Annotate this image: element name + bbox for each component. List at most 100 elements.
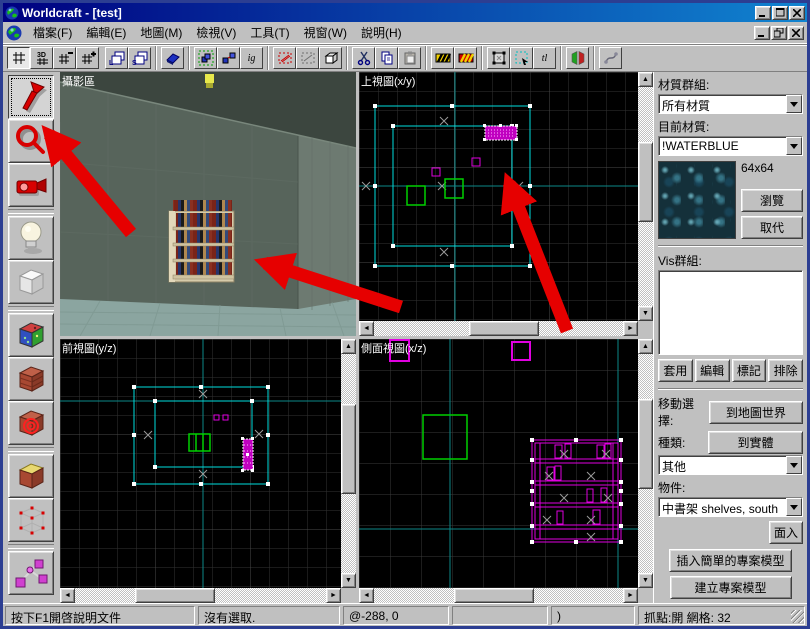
hide-unselected-button[interactable] — [296, 47, 319, 69]
insert-small-button[interactable]: 面入 — [769, 521, 803, 544]
magnify-selection-button[interactable] — [510, 47, 533, 69]
grid-3d-button[interactable]: 3D — [30, 47, 53, 69]
chevron-down-icon[interactable] — [786, 95, 802, 113]
menu-tools[interactable]: 工具(T) — [243, 22, 296, 43]
title-bar[interactable]: Worldcraft - [test] — [3, 3, 807, 22]
scroll-right-icon[interactable]: ► — [623, 588, 638, 603]
menu-map[interactable]: 地圖(M) — [133, 22, 189, 43]
vertex-tool-button[interactable] — [8, 498, 54, 542]
front-v-scrollbar[interactable]: ▲ ▼ — [341, 339, 356, 588]
top-viewport[interactable]: 上視圖(x/y) ◄ ► ▲ ▼ — [359, 72, 653, 336]
clipping-tool-button[interactable] — [8, 454, 54, 498]
hazard-selected-button[interactable] — [431, 47, 454, 69]
scroll-down-icon[interactable]: ▼ — [638, 573, 653, 588]
select-handles-button[interactable] — [487, 47, 510, 69]
side-v-scrollbar[interactable]: ▲ ▼ — [638, 339, 653, 588]
ignore-groups-button[interactable]: ig — [240, 47, 263, 69]
front-h-scrollbar[interactable]: ◄ ► — [60, 588, 341, 603]
to-entity-button[interactable]: 到實體 — [708, 431, 803, 454]
save-window-state-button[interactable]: S — [128, 47, 151, 69]
camera-tool-button[interactable] — [8, 163, 54, 207]
mdi-minimize-button[interactable] — [754, 25, 770, 40]
path-properties-button[interactable] — [599, 47, 622, 69]
hide-selected-button[interactable] — [273, 47, 296, 69]
mdi-restore-button[interactable] — [771, 25, 787, 40]
apply-texture-tool-button[interactable] — [8, 357, 54, 401]
texture-lock-button[interactable]: tl — [533, 47, 556, 69]
current-texture-dropdown[interactable]: !WATERBLUE — [658, 136, 803, 156]
scroll-left-icon[interactable]: ◄ — [359, 588, 374, 603]
side-h-thumb[interactable] — [454, 588, 534, 603]
front-viewport[interactable]: 前視圖(y/z) ◄ ► ▲ ▼ — [60, 339, 356, 603]
scroll-up-icon[interactable]: ▲ — [341, 339, 356, 354]
object-dropdown[interactable]: 中書架 shelves, south — [658, 497, 803, 517]
side-h-scrollbar[interactable]: ◄ ► — [359, 588, 638, 603]
load-window-state-button[interactable]: L — [105, 47, 128, 69]
top-h-scrollbar[interactable]: ◄ ► — [359, 321, 638, 336]
texture-group-dropdown[interactable]: 所有材質 — [658, 94, 803, 114]
scroll-down-icon[interactable]: ▼ — [638, 306, 653, 321]
scroll-left-icon[interactable]: ◄ — [359, 321, 374, 336]
scroll-up-icon[interactable]: ▲ — [638, 72, 653, 87]
top-v-thumb[interactable] — [638, 142, 653, 222]
top-v-scrollbar[interactable]: ▲ ▼ — [638, 72, 653, 321]
replace-button[interactable]: 取代 — [741, 216, 803, 239]
cut-button[interactable] — [352, 47, 375, 69]
vis-apply-button[interactable]: 套用 — [658, 359, 693, 382]
browse-button[interactable]: 瀏覽 — [741, 189, 803, 212]
paste-button[interactable] — [398, 47, 421, 69]
vis-purge-button[interactable]: 排除 — [768, 359, 803, 382]
split-faces-button[interactable] — [566, 47, 589, 69]
menu-view[interactable]: 檢視(V) — [189, 22, 243, 43]
selection-tool-button[interactable] — [8, 75, 54, 119]
cordon-button[interactable] — [319, 47, 342, 69]
front-v-thumb[interactable] — [341, 404, 356, 494]
minimize-button[interactable] — [755, 5, 771, 20]
chevron-down-icon[interactable] — [786, 137, 802, 155]
carve-button[interactable] — [161, 47, 184, 69]
hazard-unselected-button[interactable] — [454, 47, 477, 69]
category-dropdown[interactable]: 其他 — [658, 455, 803, 475]
group-button[interactable] — [194, 47, 217, 69]
vis-groups-list[interactable] — [658, 270, 803, 355]
bookshelf-top[interactable] — [483, 124, 518, 141]
top-h-thumb[interactable] — [469, 321, 539, 336]
camera-viewport[interactable]: 攝影區 — [60, 72, 356, 336]
menu-help[interactable]: 說明(H) — [354, 22, 409, 43]
bookshelf-3d[interactable] — [168, 200, 235, 283]
resize-grip[interactable] — [791, 610, 804, 623]
entity-tool-button[interactable] — [8, 216, 54, 260]
apply-decals-tool-button[interactable] — [8, 401, 54, 445]
scroll-right-icon[interactable]: ► — [326, 588, 341, 603]
grid-smaller-button[interactable] — [53, 47, 76, 69]
scroll-left-icon[interactable]: ◄ — [60, 588, 75, 603]
menu-edit[interactable]: 編輯(E) — [79, 22, 133, 43]
chevron-down-icon[interactable] — [786, 456, 802, 474]
vis-mark-button[interactable]: 標記 — [731, 359, 767, 382]
document-globe-icon[interactable] — [6, 25, 22, 41]
light-entity[interactable] — [205, 74, 214, 88]
maximize-button[interactable] — [772, 5, 788, 20]
create-prefab-button[interactable]: 建立專案模型 — [669, 576, 792, 599]
insert-prefab-button[interactable]: 插入簡單的專案模型 — [669, 549, 792, 572]
magnify-tool-button[interactable] — [8, 119, 54, 163]
copy-button[interactable] — [375, 47, 398, 69]
grid-toggle-button[interactable] — [7, 47, 30, 69]
grid-larger-button[interactable] — [76, 47, 99, 69]
menu-window[interactable]: 視窗(W) — [297, 22, 354, 43]
texture-application-tool-button[interactable] — [8, 313, 54, 357]
path-tool-button[interactable] — [8, 551, 54, 595]
mdi-close-button[interactable] — [788, 25, 804, 40]
side-v-thumb[interactable] — [638, 399, 653, 489]
menu-file[interactable]: 檔案(F) — [26, 22, 79, 43]
ungroup-button[interactable] — [217, 47, 240, 69]
vis-edit-button[interactable]: 編輯 — [694, 359, 730, 382]
to-world-button[interactable]: 到地圖世界 — [708, 400, 803, 424]
front-h-thumb[interactable] — [135, 588, 215, 603]
block-tool-button[interactable] — [8, 260, 54, 304]
scroll-up-icon[interactable]: ▲ — [638, 339, 653, 354]
close-button[interactable] — [789, 5, 805, 20]
bookshelf-front[interactable] — [241, 437, 254, 472]
chevron-down-icon[interactable] — [786, 498, 802, 516]
side-viewport[interactable]: 側面視圖(x/z) ◄ ► ▲ ▼ — [359, 339, 653, 603]
